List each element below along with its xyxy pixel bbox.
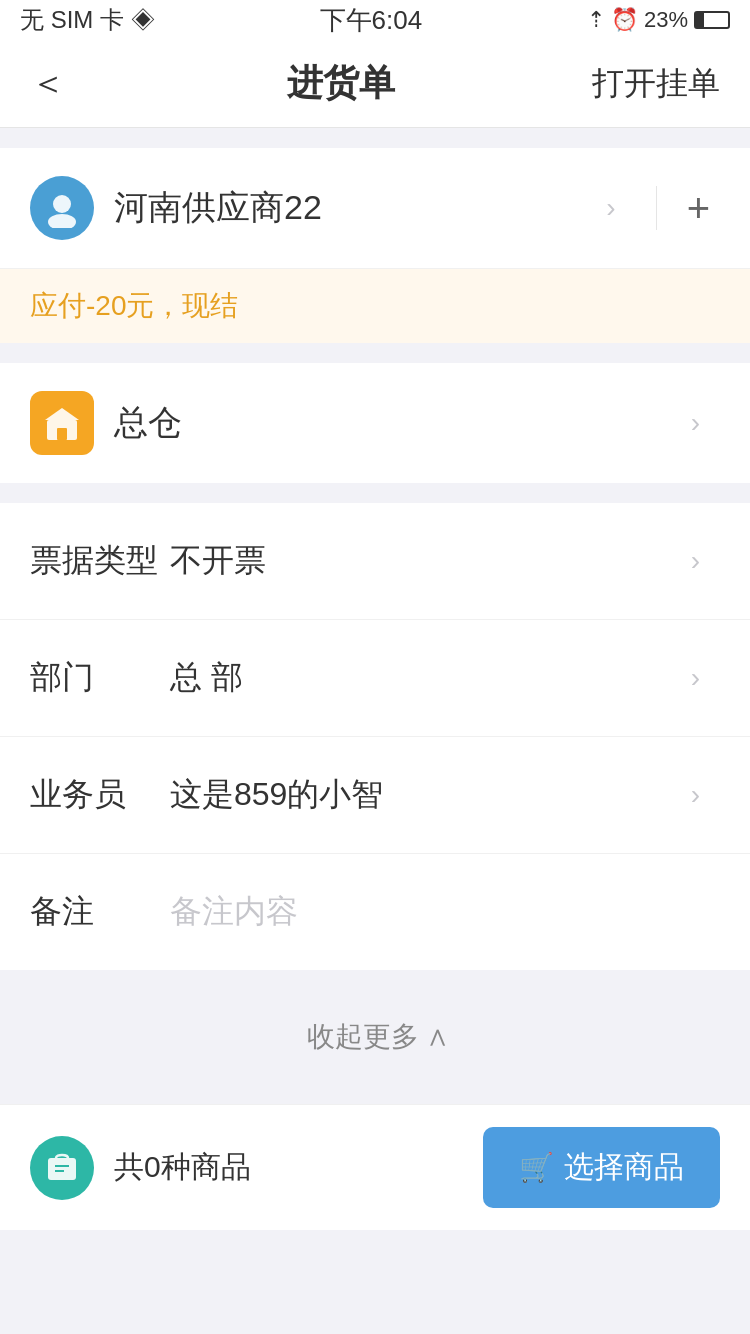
select-product-label: 选择商品 <box>564 1147 684 1188</box>
select-product-button[interactable]: 🛒 选择商品 <box>483 1127 720 1208</box>
salesperson-label: 业务员 <box>30 773 170 817</box>
bottom-bar: 共0种商品 🛒 选择商品 <box>0 1104 750 1230</box>
svg-rect-4 <box>57 428 67 440</box>
status-bar: 无 SIM 卡 ◈ 下午6:04 ⇡ ⏰ 23% <box>0 0 750 40</box>
status-time: 下午6:04 <box>320 3 423 38</box>
battery-icon: ⇡ <box>587 7 605 33</box>
supplier-row[interactable]: 河南供应商22 › + <box>0 148 750 269</box>
notice-banner: 应付-20元，现结 <box>0 269 750 343</box>
warehouse-icon <box>30 391 94 455</box>
department-chevron-icon: › <box>691 662 700 694</box>
warehouse-name: 总仓 <box>114 400 691 446</box>
back-button[interactable]: ＜ <box>30 59 90 108</box>
department-label: 部门 <box>30 656 170 700</box>
section-gap-2 <box>0 343 750 363</box>
department-value: 总 部 <box>170 656 691 700</box>
warehouse-chevron-icon: › <box>691 407 700 439</box>
battery-level: 23% <box>644 7 688 33</box>
status-left: 无 SIM 卡 ◈ <box>20 4 155 36</box>
salesperson-chevron-icon: › <box>691 779 700 811</box>
supplier-divider <box>656 186 657 230</box>
add-supplier-button[interactable]: + <box>677 186 720 231</box>
supplier-name: 河南供应商22 <box>114 185 606 231</box>
nav-bar: ＜ 进货单 打开挂单 <box>0 40 750 128</box>
supplier-avatar <box>30 176 94 240</box>
status-right: ⇡ ⏰ 23% <box>587 7 730 33</box>
salesperson-value: 这是859的小智 <box>170 773 691 817</box>
product-count: 共0种商品 <box>114 1147 483 1188</box>
sim-status: 无 SIM 卡 ◈ <box>20 4 155 36</box>
invoice-type-value: 不开票 <box>170 539 691 583</box>
salesperson-row[interactable]: 业务员 这是859的小智 › <box>0 737 750 854</box>
page-background <box>0 1230 750 1334</box>
warehouse-row[interactable]: 总仓 › <box>0 363 750 483</box>
remark-row[interactable]: 备注 备注内容 <box>0 854 750 970</box>
svg-point-1 <box>48 214 76 228</box>
remark-label: 备注 <box>30 890 170 934</box>
invoice-type-label: 票据类型 <box>30 539 170 583</box>
svg-rect-5 <box>48 1158 76 1180</box>
open-pending-button[interactable]: 打开挂单 <box>592 62 720 106</box>
section-gap-1 <box>0 128 750 148</box>
battery-bar <box>694 11 730 29</box>
supplier-section: 河南供应商22 › + 应付-20元，现结 <box>0 148 750 343</box>
collapse-row[interactable]: 收起更多 ∧ <box>0 990 750 1084</box>
form-section: 票据类型 不开票 › 部门 总 部 › 业务员 这是859的小智 › 备注 备注… <box>0 503 750 970</box>
department-row[interactable]: 部门 总 部 › <box>0 620 750 737</box>
invoice-type-chevron-icon: › <box>691 545 700 577</box>
supplier-chevron-icon: › <box>606 192 615 224</box>
collapse-label: 收起更多 ∧ <box>307 1018 450 1056</box>
svg-point-0 <box>53 195 71 213</box>
warehouse-section: 总仓 › <box>0 363 750 483</box>
product-icon <box>30 1136 94 1200</box>
svg-marker-3 <box>45 408 79 420</box>
remark-placeholder[interactable]: 备注内容 <box>170 890 720 934</box>
page-title: 进货单 <box>287 59 395 108</box>
alarm-icon: ⏰ <box>611 7 638 33</box>
select-product-icon: 🛒 <box>519 1151 554 1184</box>
invoice-type-row[interactable]: 票据类型 不开票 › <box>0 503 750 620</box>
